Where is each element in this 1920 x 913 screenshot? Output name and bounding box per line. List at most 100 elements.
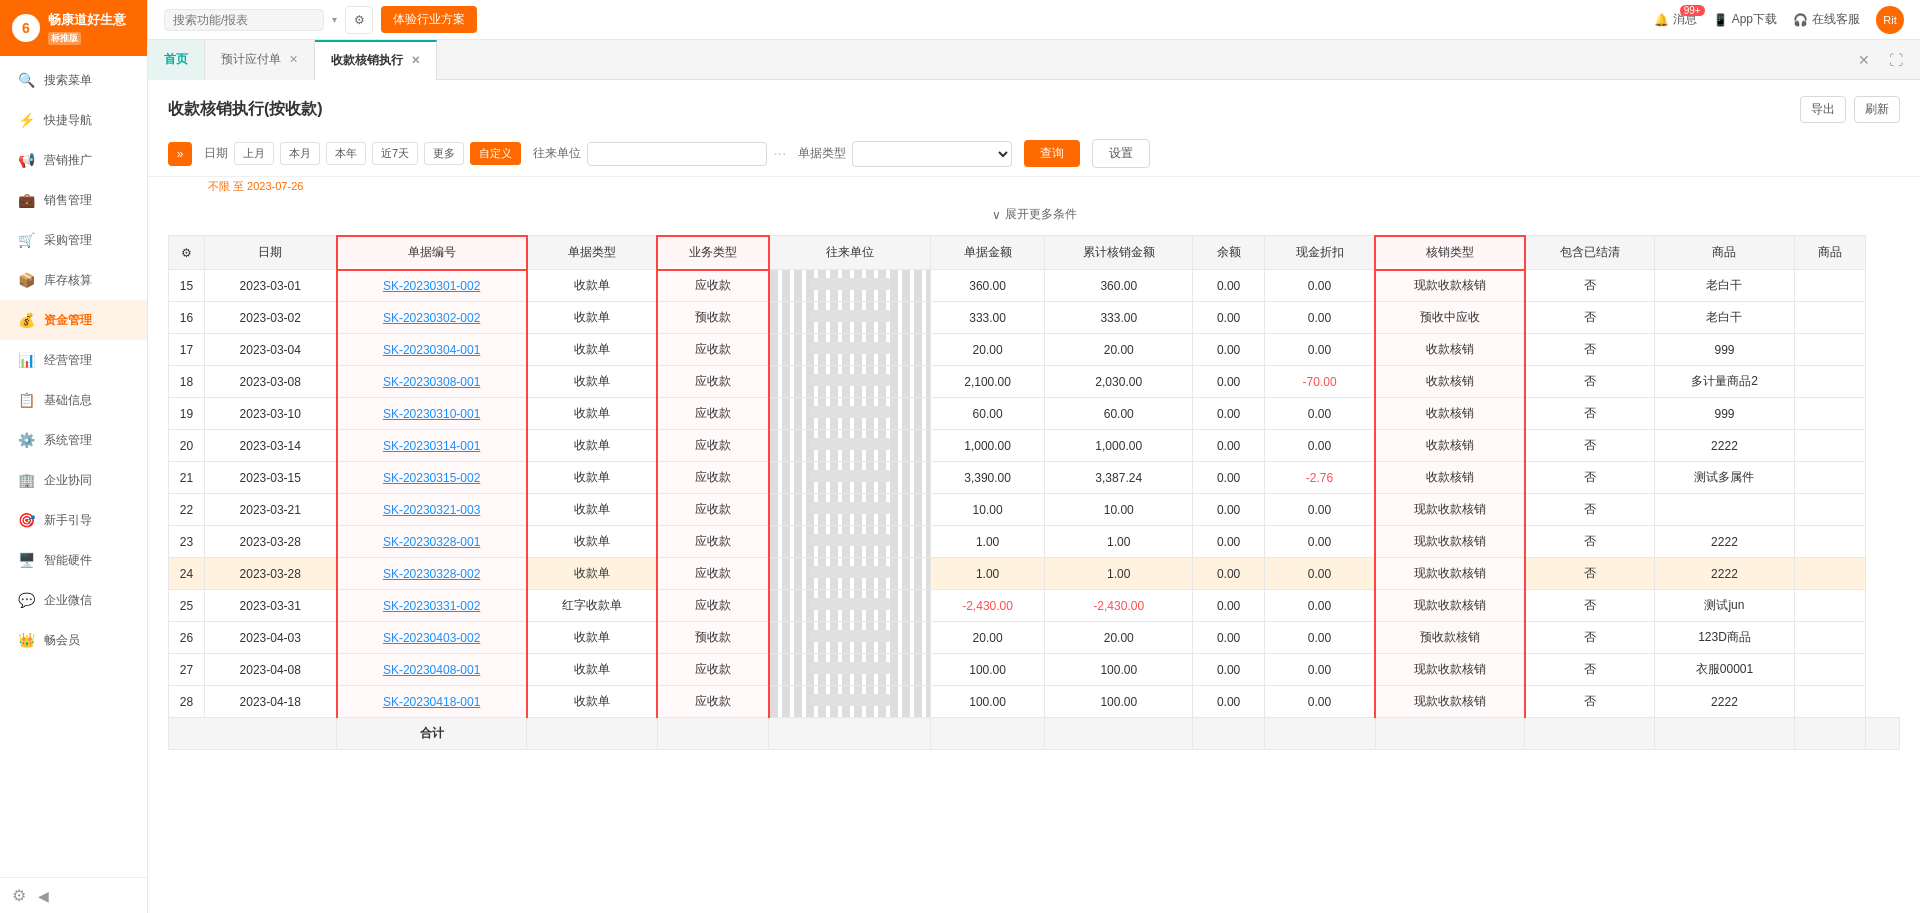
- date-this-month-btn[interactable]: 本月: [280, 142, 320, 165]
- sidebar-item-finance[interactable]: 💰资金管理: [0, 300, 147, 340]
- tab-collection[interactable]: 收款核销执行✕: [315, 40, 437, 80]
- notification-item[interactable]: 🔔 消息 99+: [1654, 11, 1697, 28]
- link-doc_no[interactable]: SK-20230331-002: [383, 599, 480, 613]
- sidebar-item-member[interactable]: 👑畅会员: [0, 620, 147, 660]
- sidebar-label-marketing: 营销推广: [44, 152, 92, 169]
- cell-doc_no[interactable]: SK-20230328-001: [337, 526, 527, 558]
- tab-prepay[interactable]: 预计应付单✕: [205, 40, 315, 80]
- cell-doc_type: 收款单: [527, 526, 658, 558]
- link-doc_no[interactable]: SK-20230302-002: [383, 311, 480, 325]
- settings-icon[interactable]: ⚙: [345, 6, 373, 34]
- cell-doc_type: 红字收款单: [527, 590, 658, 622]
- tab-home[interactable]: 首页: [148, 40, 205, 80]
- date-7days-btn[interactable]: 近7天: [372, 142, 418, 165]
- cell-doc_no[interactable]: SK-20230314-001: [337, 430, 527, 462]
- cell-doc_no[interactable]: SK-20230315-002: [337, 462, 527, 494]
- col-header-settings[interactable]: ⚙: [169, 236, 205, 270]
- link-doc_no[interactable]: SK-20230328-001: [383, 535, 480, 549]
- link-doc_no[interactable]: SK-20230321-003: [383, 503, 480, 517]
- search-input[interactable]: [164, 9, 324, 31]
- sidebar-gear-icon[interactable]: ⚙: [12, 886, 26, 905]
- cell-doc_no[interactable]: SK-20230331-002: [337, 590, 527, 622]
- date-more-btn[interactable]: 更多: [424, 142, 464, 165]
- cell-doc_no[interactable]: SK-20230308-001: [337, 366, 527, 398]
- date-this-year-btn[interactable]: 本年: [326, 142, 366, 165]
- sidebar-item-purchase[interactable]: 🛒采购管理: [0, 220, 147, 260]
- cell-include_settled: 否: [1525, 270, 1655, 302]
- filter-more-icon[interactable]: ···: [773, 145, 786, 163]
- customer-service-item[interactable]: 🎧 在线客服: [1793, 11, 1860, 28]
- sidebar-collapse-icon[interactable]: ◀: [38, 888, 49, 904]
- col-header-cash_discount: 现金折扣: [1264, 236, 1375, 270]
- cell-doc_no[interactable]: SK-20230403-002: [337, 622, 527, 654]
- cell-biz_type: 应收款: [657, 398, 768, 430]
- link-doc_no[interactable]: SK-20230403-002: [383, 631, 480, 645]
- cell-biz_type: 应收款: [657, 654, 768, 686]
- cell-balance: 0.00: [1193, 558, 1265, 590]
- sidebar-item-wechat[interactable]: 💬企业微信: [0, 580, 147, 620]
- cell-doc_no[interactable]: SK-20230304-001: [337, 334, 527, 366]
- link-doc_no[interactable]: SK-20230315-002: [383, 471, 480, 485]
- expand-more-btn[interactable]: ∨ 展开更多条件: [988, 202, 1081, 227]
- cell-cancel_amount: 1,000.00: [1045, 430, 1193, 462]
- date-custom-btn[interactable]: 自定义: [470, 142, 521, 165]
- filter-expand-btn[interactable]: »: [168, 142, 192, 166]
- chevron-down-icon: ∨: [992, 208, 1001, 222]
- dropdown-arrow-icon[interactable]: ▾: [332, 14, 337, 25]
- col-header-goods2: 商品: [1794, 236, 1866, 270]
- filter-settings-btn[interactable]: 设置: [1092, 139, 1150, 168]
- search-btn[interactable]: 查询: [1024, 140, 1080, 167]
- sidebar-item-quick-nav[interactable]: ⚡快捷导航: [0, 100, 147, 140]
- link-doc_no[interactable]: SK-20230304-001: [383, 343, 480, 357]
- cell-date: 2023-03-08: [205, 366, 337, 398]
- tab-close-prepay[interactable]: ✕: [289, 53, 298, 66]
- cell-doc_no[interactable]: SK-20230301-002: [337, 270, 527, 302]
- refresh-btn[interactable]: 刷新: [1854, 96, 1900, 123]
- cell-goods2: [1794, 270, 1866, 302]
- sidebar-item-basic[interactable]: 📋基础信息: [0, 380, 147, 420]
- page-content: 收款核销执行(按收款) 导出 刷新 » 日期 上月 本月 本年 近7天 更多 自…: [148, 80, 1920, 913]
- link-doc_no[interactable]: SK-20230308-001: [383, 375, 480, 389]
- date-range-text: 不限 至 2023-07-26: [208, 180, 303, 192]
- cell-cancel_type: 收款核销: [1375, 430, 1525, 462]
- cell-doc_no[interactable]: SK-20230321-003: [337, 494, 527, 526]
- cell-goods2: [1794, 686, 1866, 718]
- sidebar-item-operation[interactable]: 📊经营管理: [0, 340, 147, 380]
- sidebar-item-search-menu[interactable]: 🔍搜索菜单: [0, 60, 147, 100]
- link-doc_no[interactable]: SK-20230418-001: [383, 695, 480, 709]
- industry-btn[interactable]: 体验行业方案: [381, 6, 477, 33]
- link-doc_no[interactable]: SK-20230314-001: [383, 439, 480, 453]
- cell-balance: 0.00: [1193, 334, 1265, 366]
- export-btn[interactable]: 导出: [1800, 96, 1846, 123]
- cell-goods: 测试jun: [1655, 590, 1795, 622]
- cell-doc_no[interactable]: SK-20230418-001: [337, 686, 527, 718]
- sidebar-icon-purchase: 🛒: [16, 230, 36, 250]
- tab-close-collection[interactable]: ✕: [411, 54, 420, 67]
- sidebar-item-smart-hw[interactable]: 🖥️智能硬件: [0, 540, 147, 580]
- link-doc_no[interactable]: SK-20230310-001: [383, 407, 480, 421]
- cell-doc_no[interactable]: SK-20230302-002: [337, 302, 527, 334]
- sidebar-item-enterprise[interactable]: 🏢企业协同: [0, 460, 147, 500]
- sidebar-label-member: 畅会员: [44, 632, 80, 649]
- link-doc_no[interactable]: SK-20230408-001: [383, 663, 480, 677]
- date-last-month-btn[interactable]: 上月: [234, 142, 274, 165]
- app-download-item[interactable]: 📱 App下载: [1713, 11, 1777, 28]
- cell-cash_discount: 0.00: [1264, 654, 1375, 686]
- fullscreen-btn[interactable]: ⛶: [1884, 48, 1908, 72]
- partner-input[interactable]: [587, 142, 767, 166]
- logo-brand: 畅康道好生意: [48, 11, 126, 29]
- doctype-select[interactable]: [852, 141, 1012, 167]
- sidebar-item-newbie[interactable]: 🎯新手引导: [0, 500, 147, 540]
- close-all-btn[interactable]: ✕: [1852, 48, 1876, 72]
- link-doc_no[interactable]: SK-20230328-002: [383, 567, 480, 581]
- sidebar-item-marketing[interactable]: 📢营销推广: [0, 140, 147, 180]
- cell-doc_no[interactable]: SK-20230328-002: [337, 558, 527, 590]
- cell-doc_no[interactable]: SK-20230310-001: [337, 398, 527, 430]
- sidebar-item-inventory[interactable]: 📦库存核算: [0, 260, 147, 300]
- cell-doc_no[interactable]: SK-20230408-001: [337, 654, 527, 686]
- sidebar-item-sales[interactable]: 💼销售管理: [0, 180, 147, 220]
- link-doc_no[interactable]: SK-20230301-002: [383, 279, 480, 293]
- col-header-balance: 余额: [1193, 236, 1265, 270]
- user-avatar[interactable]: Rit: [1876, 6, 1904, 34]
- sidebar-item-system[interactable]: ⚙️系统管理: [0, 420, 147, 460]
